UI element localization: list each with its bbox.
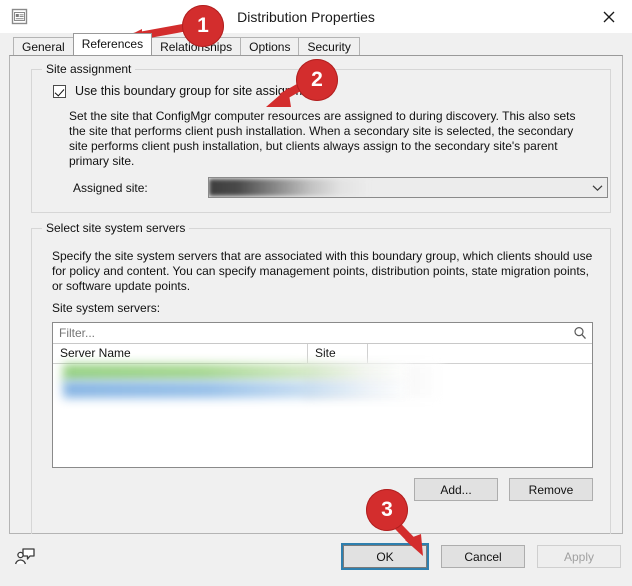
close-icon[interactable] [586,0,632,33]
annotation-arrow-3 [387,515,423,556]
annotation-arrow-2 [266,80,307,107]
annotation-arrows [122,23,423,556]
chevron-down-icon[interactable] [587,184,607,192]
tab-references[interactable]: References [72,33,153,55]
